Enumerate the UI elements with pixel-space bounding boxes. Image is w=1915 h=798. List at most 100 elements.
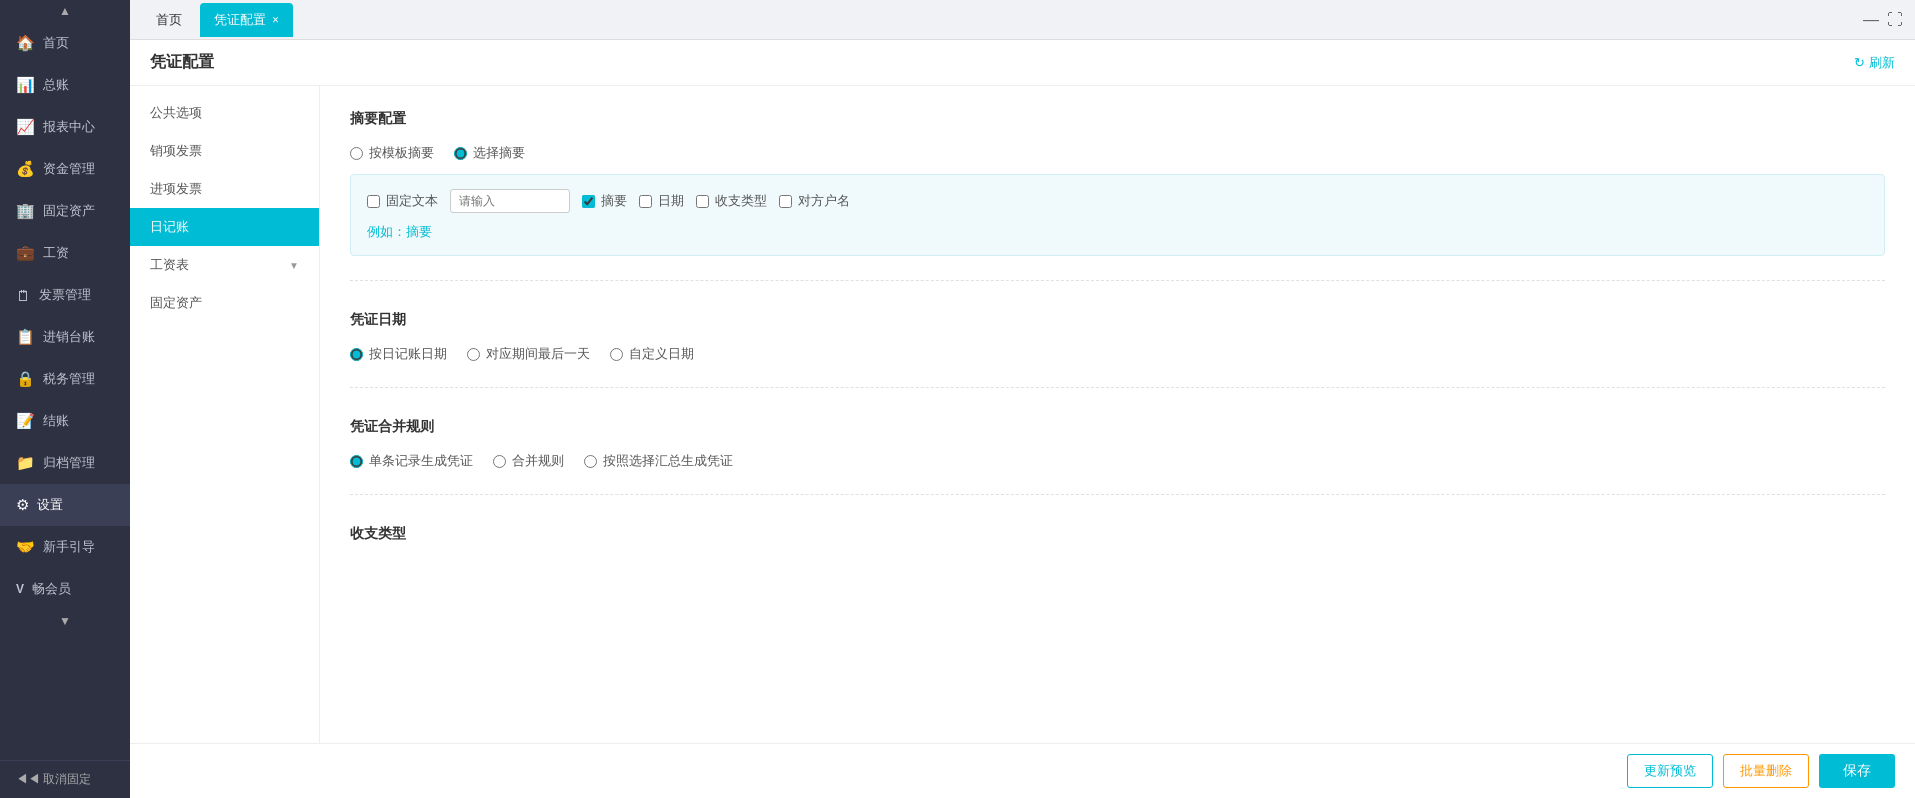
update-preview-button[interactable]: 更新预览	[1627, 754, 1713, 788]
settle-icon: 📝	[16, 412, 35, 430]
checkbox-date[interactable]	[639, 195, 652, 208]
sidebar-item-label: 畅会员	[32, 580, 71, 598]
sidebar-item-label: 结账	[43, 412, 69, 430]
sidebar-unpin[interactable]: ◀◀ 取消固定	[0, 760, 130, 798]
sidebar-item-assets[interactable]: 🏢 固定资产	[0, 190, 130, 232]
unpin-icon: ◀◀	[16, 772, 40, 786]
sidebar-scroll-up[interactable]: ▲	[0, 0, 130, 22]
sidebar-item-label: 首页	[43, 34, 69, 52]
summary-text-input[interactable]	[450, 189, 570, 213]
merge-rule-radio-group: 单条记录生成凭证 合并规则 按照选择汇总生成凭证	[350, 452, 1885, 470]
home-icon: 🏠	[16, 34, 35, 52]
checkbox-counterpart[interactable]	[779, 195, 792, 208]
sidebar-item-settings[interactable]: ⚙ 设置	[0, 484, 130, 526]
refresh-button[interactable]: ↻ 刷新	[1854, 54, 1895, 72]
right-content: 摘要配置 按模板摘要 选择摘要	[320, 86, 1915, 743]
tab-close-button[interactable]: ×	[272, 13, 279, 27]
left-nav-item-sales[interactable]: 销项发票	[130, 132, 319, 170]
report-icon: 📈	[16, 118, 35, 136]
radio-journal-date-text: 按日记账日期	[369, 345, 447, 363]
sidebar-item-label: 税务管理	[43, 370, 95, 388]
left-nav-item-public[interactable]: 公共选项	[130, 94, 319, 132]
radio-template[interactable]	[350, 147, 363, 160]
sidebar-item-tax[interactable]: 🔒 税务管理	[0, 358, 130, 400]
radio-template-text: 按模板摘要	[369, 144, 434, 162]
radio-select-generate-text: 按照选择汇总生成凭证	[603, 452, 733, 470]
sidebar-scroll-down[interactable]: ▼	[0, 610, 130, 632]
radio-merge-text: 合并规则	[512, 452, 564, 470]
checkbox-income-type[interactable]	[696, 195, 709, 208]
archive-icon: 📁	[16, 454, 35, 472]
checkbox-fixed-text-text: 固定文本	[386, 192, 438, 210]
radio-custom-date[interactable]	[610, 348, 623, 361]
summary-example: 例如：摘要	[367, 223, 1868, 241]
sidebar-item-guide[interactable]: 🤝 新手引导	[0, 526, 130, 568]
sidebar-item-report[interactable]: 📈 报表中心	[0, 106, 130, 148]
assets-icon: 🏢	[16, 202, 35, 220]
radio-template-label[interactable]: 按模板摘要	[350, 144, 434, 162]
radio-select-generate[interactable]	[584, 455, 597, 468]
radio-journal-date-label[interactable]: 按日记账日期	[350, 345, 447, 363]
tab-voucher-config[interactable]: 凭证配置 ×	[200, 3, 293, 37]
refresh-icon: ↻	[1854, 55, 1865, 70]
tab-actions: — ⛶	[1863, 11, 1903, 29]
radio-select-generate-label[interactable]: 按照选择汇总生成凭证	[584, 452, 733, 470]
merge-rule-section-title: 凭证合并规则	[350, 418, 1885, 436]
left-nav-item-journal[interactable]: 日记账	[130, 208, 319, 246]
radio-merge-label[interactable]: 合并规则	[493, 452, 564, 470]
bottom-bar: 更新预览 批量删除 保存	[130, 743, 1915, 798]
minimize-button[interactable]: —	[1863, 11, 1879, 29]
sidebar-item-home[interactable]: 🏠 首页	[0, 22, 130, 64]
page-header: 凭证配置 ↻ 刷新	[130, 40, 1915, 86]
radio-select[interactable]	[454, 147, 467, 160]
checkbox-summary[interactable]	[582, 195, 595, 208]
sidebar-item-label: 设置	[37, 496, 63, 514]
checkbox-counterpart-label[interactable]: 对方户名	[779, 192, 850, 210]
checkbox-date-label[interactable]: 日期	[639, 192, 684, 210]
sidebar-item-label: 发票管理	[39, 286, 91, 304]
checkbox-fixed-text[interactable]	[367, 195, 380, 208]
sidebar-item-salary[interactable]: 💼 工资	[0, 232, 130, 274]
checkbox-income-type-label[interactable]: 收支类型	[696, 192, 767, 210]
sidebar-item-capital[interactable]: 💰 资金管理	[0, 148, 130, 190]
sidebar-item-label: 进销台账	[43, 328, 95, 346]
radio-journal-date[interactable]	[350, 348, 363, 361]
batch-delete-button[interactable]: 批量删除	[1723, 754, 1809, 788]
main-area: 首页 凭证配置 × — ⛶ 凭证配置 ↻ 刷新 公共选项	[130, 0, 1915, 798]
salepurchase-icon: 📋	[16, 328, 35, 346]
radio-custom-date-label[interactable]: 自定义日期	[610, 345, 694, 363]
checkbox-summary-text: 摘要	[601, 192, 627, 210]
save-button[interactable]: 保存	[1819, 754, 1895, 788]
left-nav-label: 进项发票	[150, 180, 202, 198]
voucher-date-section-title: 凭证日期	[350, 311, 1885, 329]
left-nav-label: 销项发票	[150, 142, 202, 160]
radio-period-last-label[interactable]: 对应期间最后一天	[467, 345, 590, 363]
sidebar-item-archive[interactable]: 📁 归档管理	[0, 442, 130, 484]
page-title: 凭证配置	[150, 52, 214, 73]
left-nav-item-fixed[interactable]: 固定资产	[130, 284, 319, 322]
sidebar-item-settle[interactable]: 📝 结账	[0, 400, 130, 442]
radio-merge[interactable]	[493, 455, 506, 468]
left-nav: 公共选项 销项发票 进项发票 日记账 工资表 ▼ 固定资产	[130, 86, 320, 743]
checkbox-summary-label[interactable]: 摘要	[582, 192, 627, 210]
tab-active-label: 凭证配置	[214, 11, 266, 29]
checkbox-fixed-text-label[interactable]: 固定文本	[367, 192, 438, 210]
left-nav-item-payroll[interactable]: 工资表 ▼	[130, 246, 319, 284]
checkbox-date-text: 日期	[658, 192, 684, 210]
sidebar-item-invoice[interactable]: 🗒 发票管理	[0, 274, 130, 316]
sidebar-item-salepurchase[interactable]: 📋 进销台账	[0, 316, 130, 358]
sidebar-item-ledger[interactable]: 📊 总账	[0, 64, 130, 106]
radio-period-last-text: 对应期间最后一天	[486, 345, 590, 363]
radio-period-last[interactable]	[467, 348, 480, 361]
maximize-button[interactable]: ⛶	[1887, 11, 1903, 29]
radio-single-label[interactable]: 单条记录生成凭证	[350, 452, 473, 470]
radio-single[interactable]	[350, 455, 363, 468]
income-type-section-title: 收支类型	[350, 525, 1885, 543]
settings-icon: ⚙	[16, 496, 29, 514]
tax-icon: 🔒	[16, 370, 35, 388]
example-text: 例如：摘要	[367, 224, 432, 239]
left-nav-item-purchase[interactable]: 进项发票	[130, 170, 319, 208]
sidebar-item-member[interactable]: V 畅会员	[0, 568, 130, 610]
radio-select-label[interactable]: 选择摘要	[454, 144, 525, 162]
tab-home[interactable]: 首页	[142, 3, 196, 37]
